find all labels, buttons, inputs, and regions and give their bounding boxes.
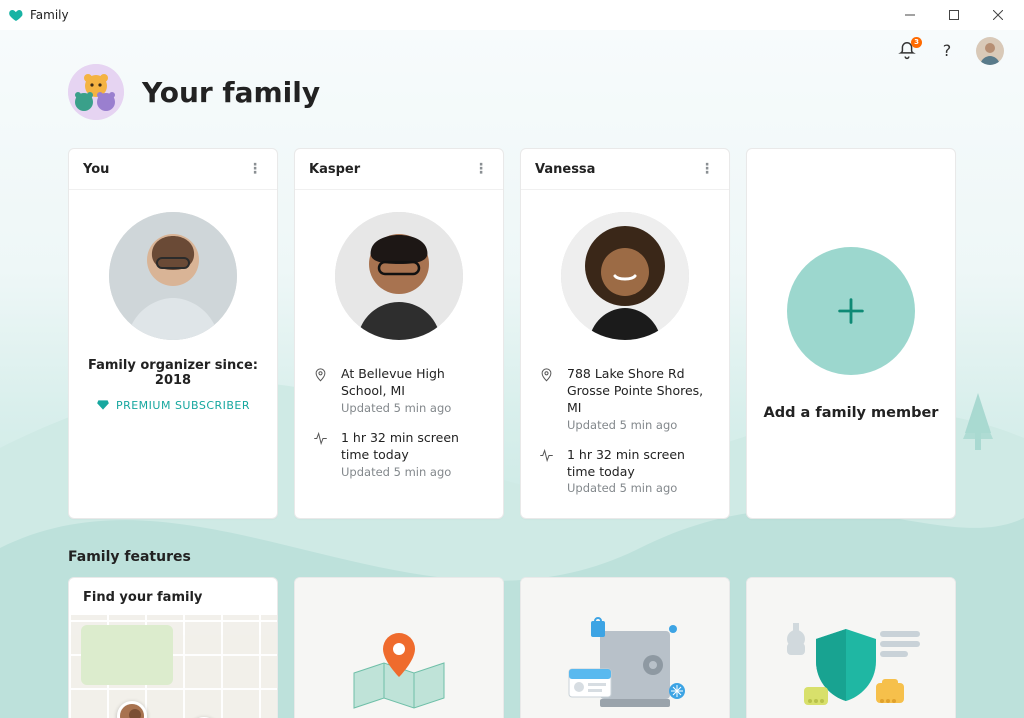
- premium-badge: PREMIUM SUBSCRIBER: [96, 398, 250, 412]
- card-menu-button[interactable]: ⋮: [474, 161, 489, 177]
- family-logo: [68, 64, 124, 120]
- screentime-row: 1 hr 32 min screen time today Updated 5 …: [537, 441, 713, 505]
- features-heading: Family features: [68, 549, 956, 565]
- member-avatar: [561, 212, 689, 340]
- app-icon: [8, 7, 24, 23]
- help-button[interactable]: ?: [936, 40, 958, 62]
- activity-icon: [537, 447, 555, 496]
- help-icon: ?: [943, 41, 952, 60]
- page-title: Your family: [142, 76, 320, 109]
- diamond-icon: [96, 398, 110, 412]
- card-menu-button[interactable]: ⋮: [248, 161, 263, 177]
- plus-icon: [834, 294, 868, 328]
- page-header: Your family: [68, 64, 956, 120]
- map-pin-member: [117, 701, 147, 718]
- card-menu-button[interactable]: ⋮: [700, 161, 715, 177]
- add-member-label: Add a family member: [764, 405, 939, 421]
- location-row: 788 Lake Shore Rd Grosse Pointe Shores, …: [537, 360, 713, 441]
- activity-icon: [311, 430, 329, 479]
- account-avatar-button[interactable]: [976, 37, 1004, 65]
- screentime-row: 1 hr 32 min screen time today Updated 5 …: [311, 424, 487, 488]
- feature-title: Find your family: [69, 578, 277, 615]
- feature-illustration: [521, 578, 729, 718]
- member-name: Vanessa: [535, 162, 595, 177]
- window-titlebar: Family: [0, 0, 1024, 30]
- notifications-badge: 3: [911, 37, 922, 48]
- feature-card-location[interactable]: [294, 577, 504, 718]
- location-icon: [537, 366, 555, 432]
- add-member-card[interactable]: Add a family member: [746, 148, 956, 519]
- window-title: Family: [30, 8, 69, 22]
- location-row: At Bellevue High School, MI Updated 5 mi…: [311, 360, 487, 424]
- feature-card-find-family[interactable]: Find your family: [68, 577, 278, 718]
- feature-illustration: [295, 578, 503, 718]
- member-role: Family organizer since: 2018: [85, 358, 261, 388]
- member-name: Kasper: [309, 162, 360, 177]
- member-name: You: [83, 162, 109, 177]
- member-avatar: [109, 212, 237, 340]
- member-avatar: [335, 212, 463, 340]
- window-minimize-button[interactable]: [888, 0, 932, 30]
- feature-illustration: [747, 578, 955, 718]
- feature-card-protection[interactable]: [746, 577, 956, 718]
- add-circle: [787, 247, 915, 375]
- window-close-button[interactable]: [976, 0, 1020, 30]
- window-maximize-button[interactable]: [932, 0, 976, 30]
- map-preview: [69, 615, 277, 718]
- location-icon: [311, 366, 329, 415]
- member-card-you[interactable]: You ⋮ Family organizer since: 2018 PREMI…: [68, 148, 278, 519]
- feature-card-safety[interactable]: [520, 577, 730, 718]
- member-card-vanessa[interactable]: Vanessa ⋮ 788 Lake Shore Rd Grosse Point…: [520, 148, 730, 519]
- member-card-kasper[interactable]: Kasper ⋮ At Bellevue High School, MI Upd…: [294, 148, 504, 519]
- notifications-button[interactable]: 3: [896, 40, 918, 62]
